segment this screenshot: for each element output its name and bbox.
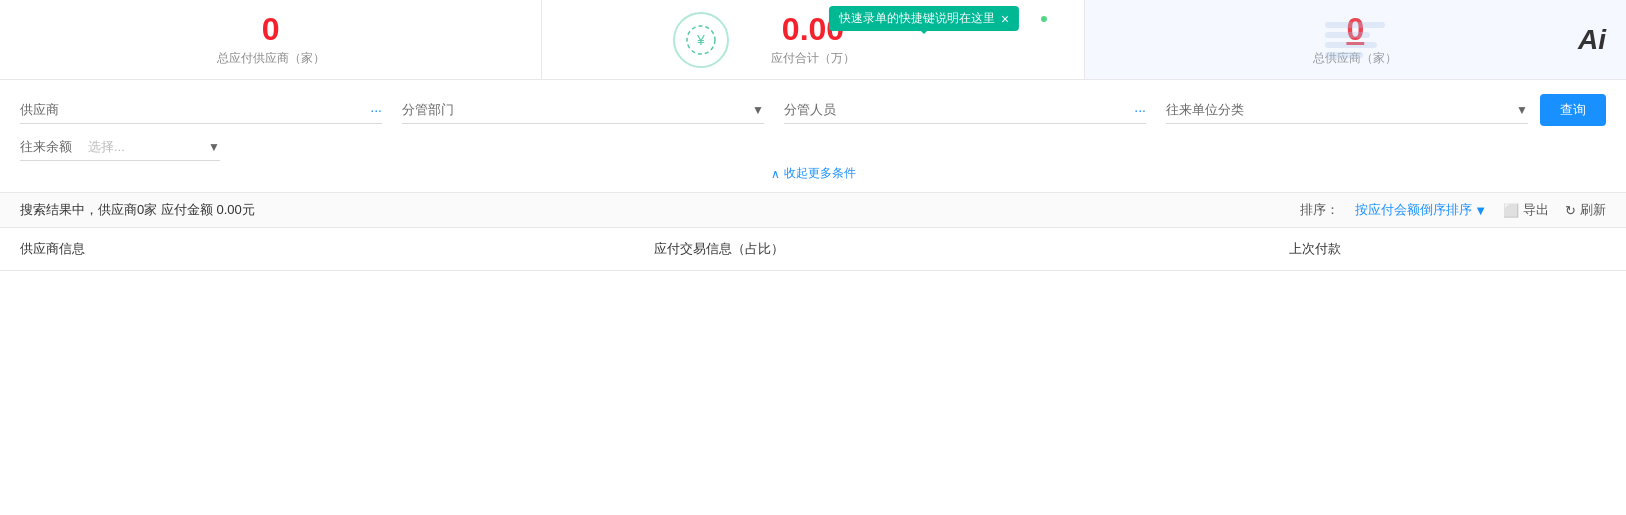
balance-dropdown-btn[interactable]: ▼ (208, 140, 220, 154)
export-icon: ⬜ (1503, 203, 1519, 218)
col-last-payment: 上次付款 (1289, 240, 1606, 258)
stat-overlay (1085, 0, 1626, 79)
tooltip-dot (1039, 14, 1049, 24)
tooltip-close-btn[interactable]: × (1001, 12, 1009, 26)
unit-type-dropdown-btn[interactable]: ▼ (1516, 103, 1528, 117)
supplier-field: 供应商 ··· (20, 97, 382, 124)
table-body (0, 271, 1626, 515)
collapse-row: ∧ 收起更多条件 (20, 165, 1606, 182)
dept-input[interactable] (462, 102, 752, 117)
refresh-button[interactable]: ↻ 刷新 (1565, 201, 1606, 219)
results-actions: 排序： 按应付会额倒序排序 ▼ ⬜ 导出 ↻ 刷新 (1300, 201, 1606, 219)
supplier-label: 供应商 (20, 101, 70, 119)
balance-label: 往来余额 (20, 138, 80, 156)
manager-label: 分管人员 (784, 101, 836, 119)
payable-suppliers-number: 0 (262, 12, 280, 47)
manager-dots-btn[interactable]: ··· (1134, 102, 1146, 118)
manager-field: 分管人员 ··· (784, 97, 1146, 124)
stats-row: 0 总应付供应商（家） ¥ 0.00 应付合计（万） 快速录单的快捷键说明在这里… (0, 0, 1626, 80)
search-row-2: 往来余额 选择... ▼ (20, 134, 1606, 161)
tooltip-text: 快速录单的快捷键说明在这里 (839, 10, 995, 27)
sort-chevron-icon: ▼ (1474, 203, 1487, 218)
export-button[interactable]: ⬜ 导出 (1503, 201, 1549, 219)
balance-field: 往来余额 选择... ▼ (20, 134, 220, 161)
balance-placeholder: 选择... (88, 138, 208, 156)
supplier-input[interactable] (78, 102, 370, 117)
search-row-1: 供应商 ··· 分管部门 ▼ 分管人员 ··· 往来单位分类 ▼ 查询 (20, 94, 1606, 126)
table-header: 供应商信息 应付交易信息（占比） 上次付款 (0, 228, 1626, 271)
svg-text:¥: ¥ (696, 32, 705, 48)
payable-suppliers-label: 总应付供应商（家） (217, 50, 325, 67)
results-bar: 搜索结果中，供应商0家 应付金额 0.00元 排序： 按应付会额倒序排序 ▼ ⬜… (0, 193, 1626, 228)
collapse-button[interactable]: ∧ 收起更多条件 (771, 165, 856, 182)
manager-input[interactable] (844, 102, 1134, 117)
query-button[interactable]: 查询 (1540, 94, 1606, 126)
unit-type-input[interactable] (1252, 102, 1516, 117)
collapse-label: 收起更多条件 (784, 165, 856, 182)
shortcut-tooltip: 快速录单的快捷键说明在这里 × (829, 6, 1019, 31)
sort-label: 排序： (1300, 201, 1339, 219)
dept-field: 分管部门 ▼ (402, 97, 764, 124)
supplier-dots-btn[interactable]: ··· (370, 102, 382, 118)
search-bar: 供应商 ··· 分管部门 ▼ 分管人员 ··· 往来单位分类 ▼ 查询 往来余额… (0, 80, 1626, 193)
dept-label: 分管部门 (402, 101, 454, 119)
unit-type-field: 往来单位分类 ▼ (1166, 97, 1528, 124)
unit-type-label: 往来单位分类 (1166, 101, 1244, 119)
overlay-lines (1325, 22, 1385, 58)
sort-value-btn[interactable]: 按应付会额倒序排序 ▼ (1355, 201, 1487, 219)
col-supplier-info: 供应商信息 (20, 240, 654, 258)
total-suppliers-stat: 0 总供应商（家） Ai (1085, 0, 1626, 79)
payable-suppliers-stat: 0 总应付供应商（家） (0, 0, 542, 79)
payable-total-label: 应付合计（万） (771, 50, 855, 67)
refresh-label: 刷新 (1580, 201, 1606, 219)
data-table: 供应商信息 应付交易信息（占比） 上次付款 (0, 228, 1626, 515)
sort-value-text: 按应付会额倒序排序 (1355, 201, 1472, 219)
dept-dropdown-btn[interactable]: ▼ (752, 103, 764, 117)
col-payable-info: 应付交易信息（占比） (654, 240, 1288, 258)
payable-total-stat: ¥ 0.00 应付合计（万） 快速录单的快捷键说明在这里 × (542, 0, 1084, 79)
results-info: 搜索结果中，供应商0家 应付金额 0.00元 (20, 201, 255, 219)
ai-badge: Ai (1578, 24, 1606, 56)
export-label: 导出 (1523, 201, 1549, 219)
refresh-icon: ↻ (1565, 203, 1576, 218)
collapse-chevron-icon: ∧ (771, 167, 780, 181)
payable-icon: ¥ (673, 12, 729, 68)
